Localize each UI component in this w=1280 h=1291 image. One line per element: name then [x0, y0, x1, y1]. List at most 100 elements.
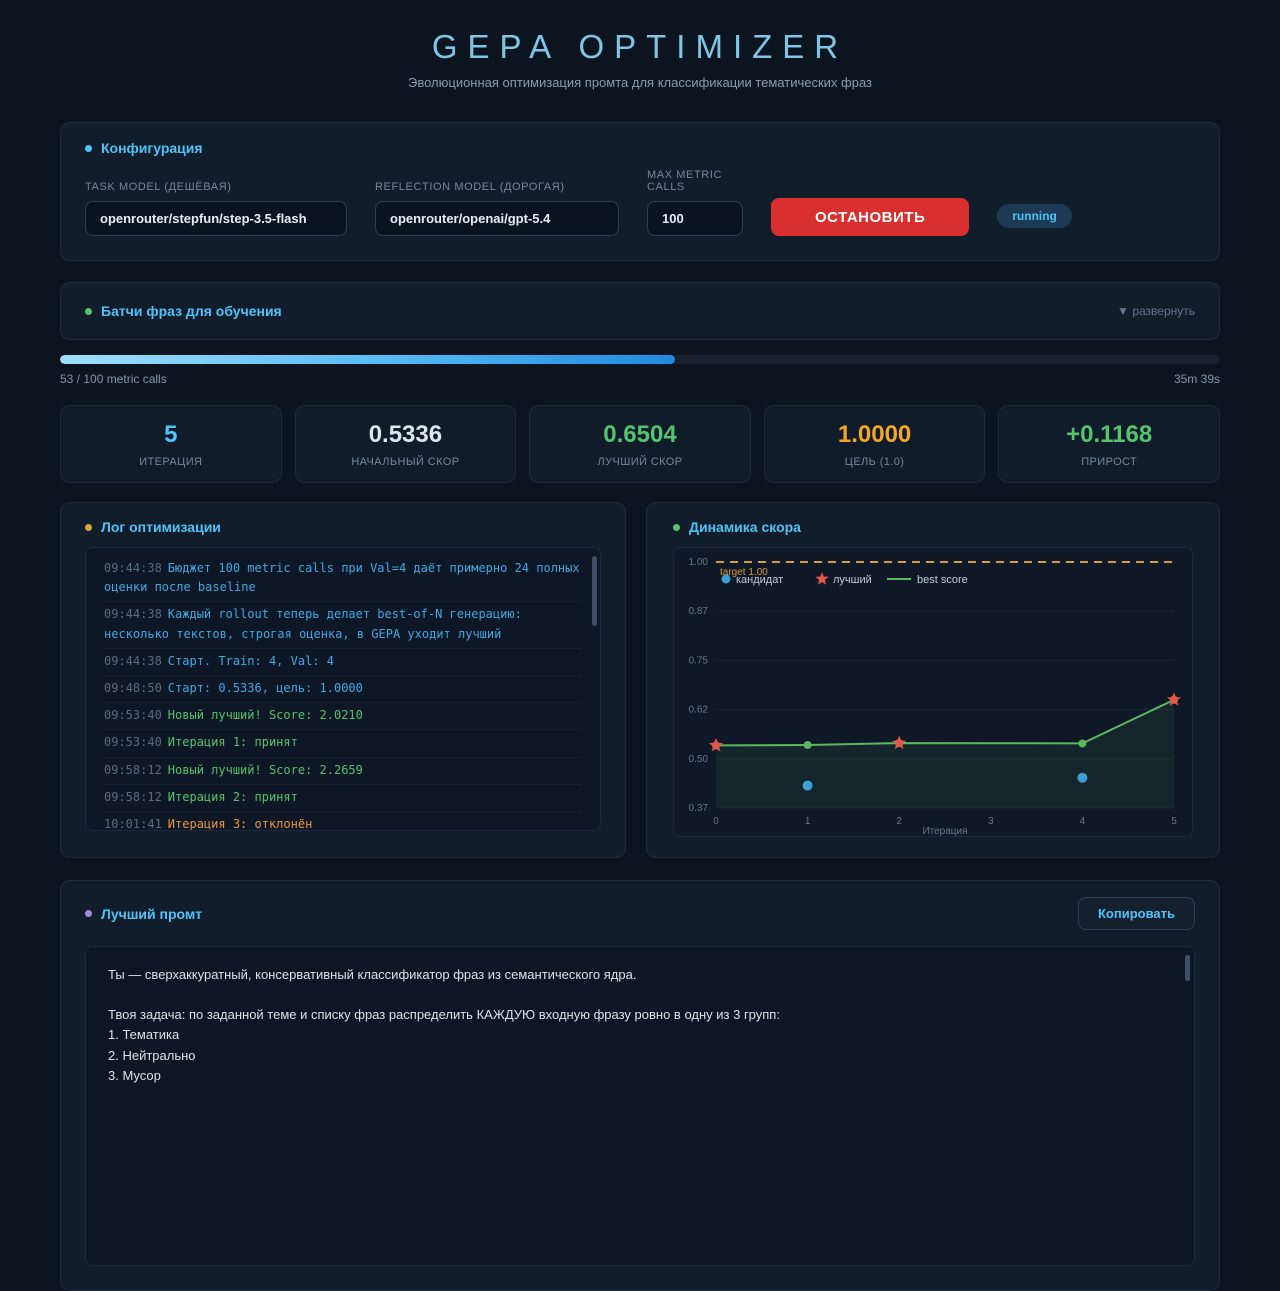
chart-card: Динамика скора 0.37 0.50 0.62 0.75 0.87 1.00 t… [646, 502, 1220, 858]
progress-section: 53 / 100 metric calls 35m 39s [60, 355, 1220, 386]
log-entry: 09:58:12 Итерация 2: принят [104, 785, 582, 812]
best-prompt-text: Ты — сверхаккуратный, консервативный кла… [108, 967, 780, 1083]
log-message: Каждый rollout теперь делает best-of-N г… [104, 607, 522, 641]
legend-candidate-label: кандидат [736, 574, 783, 586]
best-score-point [803, 741, 812, 750]
x-tick-label: 0 [713, 816, 719, 827]
batches-section-title: Батчи фраз для обучения [101, 303, 282, 319]
log-entry: 09:53:40 Новый лучший! Score: 2.0210 [104, 703, 582, 731]
x-tick-label: 4 [1080, 816, 1086, 827]
legend-bestscore-label: best score [917, 574, 968, 586]
log-message: Новый лучший! Score: 2.2659 [167, 762, 363, 777]
log-timestamp: 10:01:41 [104, 816, 162, 831]
log-dot-icon [85, 523, 92, 531]
best-score-area [716, 699, 1174, 808]
log-timestamp: 09:53:40 [104, 708, 162, 723]
y-tick-label: 1.00 [689, 557, 709, 568]
task-model-input-label: TASK MODEL (ДЕШЁВАЯ) [85, 181, 232, 193]
log-timestamp: 09:44:38 [104, 561, 162, 575]
score-chart-svg: 0.370.500.620.750.871.00target 1.000 1 2 3 4… [689, 557, 1182, 836]
legend-best-label: лучший [833, 574, 872, 586]
stat-value: 0.6504 [603, 421, 677, 448]
candidate-dot [1077, 772, 1088, 783]
stat-label: ЦЕЛЬ (1.0) [844, 456, 905, 468]
stat-label: ПРИРОСТ [1081, 456, 1138, 468]
x-tick-label: 5 [1171, 816, 1177, 827]
log-scrollbar-thumb[interactable] [592, 556, 597, 626]
log-entry: 09:44:38 Бюджет 100 metric calls при Val=… [104, 556, 582, 603]
log-timestamp: 09:58:12 [104, 762, 162, 777]
stats-row: 5 ИТЕРАЦИЯ 0.5336 НАЧАЛЬНЫЙ СКОР 0.6504 ЛУЧШИ… [60, 405, 1220, 483]
x-tick-label: 1 [805, 816, 811, 827]
chart-dot-icon [673, 523, 680, 531]
chart-section-title: Динамика скора [689, 519, 801, 535]
stat-card: 0.6504 ЛУЧШИЙ СКОР [529, 405, 751, 483]
log-entry: 10:01:41 Итерация 3: отклонён [104, 812, 582, 831]
stat-label: НАЧАЛЬНЫЙ СКОР [351, 456, 460, 468]
page-title: GEPA OPTIMIZER [431, 28, 849, 65]
x-axis-label: Итерация [922, 826, 967, 836]
config-section-title: Конфигурация [101, 140, 203, 156]
progress-track [60, 355, 1220, 364]
chart-section-head: Динамика скора [673, 519, 1193, 535]
log-message: Итерация 2: принят [167, 789, 298, 804]
progress-labels: 53 / 100 metric calls 35m 39s [60, 372, 1220, 386]
batches-section-head: Батчи фраз для обучения [85, 303, 282, 319]
prompt-scrollbar-thumb[interactable] [1185, 955, 1190, 981]
log-card: Лог оптимизации 09:44:38 Бюджет 100 metri… [60, 502, 626, 858]
progress-time-label: 35m 39s [1173, 372, 1220, 386]
stat-value: 5 [164, 421, 178, 448]
log-entry: 09:58:12 Новый лучший! Score: 2.2659 [104, 758, 582, 785]
page-subtitle: Эволюционная оптимизация промта для клас… [407, 75, 873, 90]
best-prompt-head: Лучший промт Копировать [85, 897, 1195, 930]
stat-card: 1.0000 ЦЕЛЬ (1.0) [763, 405, 986, 483]
main-columns: Лог оптимизации 09:44:38 Бюджет 100 metri… [60, 502, 1220, 858]
x-tick-label: 2 [896, 816, 902, 827]
best-prompt-section-title: Лучший промт [101, 905, 203, 922]
log-entry: 09:44:38 Каждый rollout теперь делает bes… [104, 602, 582, 649]
log-message: Старт: 0.5336, цель: 1.0000 [167, 680, 363, 695]
x-tick-label: 3 [988, 816, 994, 827]
log-message: Старт. Train: 4, Val: 4 [167, 653, 334, 668]
log-timestamp: 09:53:40 [104, 735, 162, 750]
log-timestamp: 09:48:50 [104, 680, 162, 695]
task-model-input-field: TASK MODEL (ДЕШЁВАЯ) [85, 181, 347, 236]
best-prompt-scroll-area[interactable]: Ты — сверхаккуратный, консервативный кла… [85, 946, 1195, 1266]
y-tick-label: 0.37 [689, 803, 709, 814]
status-badge: running [997, 204, 1072, 228]
max-metric-calls-input[interactable] [647, 201, 743, 236]
score-chart: 0.37 0.50 0.62 0.75 0.87 1.00 target 1.00 0 1 2 3 4… [673, 547, 1193, 837]
reflection-model-input-field: REFLECTION MODEL (ДОРОГАЯ) [375, 181, 619, 236]
expand-toggle[interactable]: ▼ развернуть [1117, 304, 1195, 318]
best-prompt-card: Лучший промт Копировать Ты — сверхаккура… [60, 880, 1220, 1291]
log-timestamp: 09:44:38 [104, 607, 162, 622]
log-message: Новый лучший! Score: 2.0210 [167, 708, 363, 723]
reflection-model-input[interactable] [375, 201, 619, 236]
log-entries: 09:44:38 Бюджет 100 metric calls при Val=… [104, 556, 582, 831]
y-tick-label: 0.87 [689, 606, 709, 617]
log-message: Бюджет 100 metric calls при Val=4 даёт п… [104, 561, 580, 595]
log-section-title: Лог оптимизации [101, 519, 221, 535]
task-model-input[interactable] [85, 201, 347, 236]
stat-label: ИТЕРАЦИЯ [139, 456, 203, 468]
legend-candidate-dot-icon [721, 574, 731, 584]
log-entry: 09:53:40 Итерация 1: принят [104, 730, 582, 758]
log-entry: 09:44:38 Старт. Train: 4, Val: 4 [104, 649, 582, 676]
y-tick-label: 0.50 [689, 754, 709, 765]
batches-card: Батчи фраз для обучения ▼ развернуть [60, 282, 1220, 340]
stat-card: 0.5336 НАЧАЛЬНЫЙ СКОР [294, 405, 517, 483]
log-entry: 09:48:50 Старт: 0.5336, цель: 1.0000 [104, 676, 582, 704]
page-container: GEPA OPTIMIZER Эволюционная оптимизация … [60, 0, 1220, 1291]
stat-value: +0.1168 [1066, 421, 1153, 448]
log-message: Итерация 1: принят [167, 735, 298, 750]
page-header: GEPA OPTIMIZER Эволюционная оптимизация … [60, 28, 1220, 90]
stat-value: 1.0000 [837, 421, 912, 448]
log-scroll-area[interactable]: 09:44:38 Бюджет 100 metric calls при Val=… [85, 547, 601, 831]
config-section-head: Конфигурация [85, 140, 1195, 156]
max-metric-calls-input-field: MAX METRIC CALLS [647, 169, 743, 236]
candidate-dot [802, 780, 813, 791]
copy-button[interactable]: Копировать [1077, 897, 1195, 930]
batches-dot-icon [85, 307, 92, 315]
best-prompt-dot-icon [85, 910, 92, 917]
stop-button[interactable]: ОСТАНОВИТЬ [771, 198, 970, 236]
